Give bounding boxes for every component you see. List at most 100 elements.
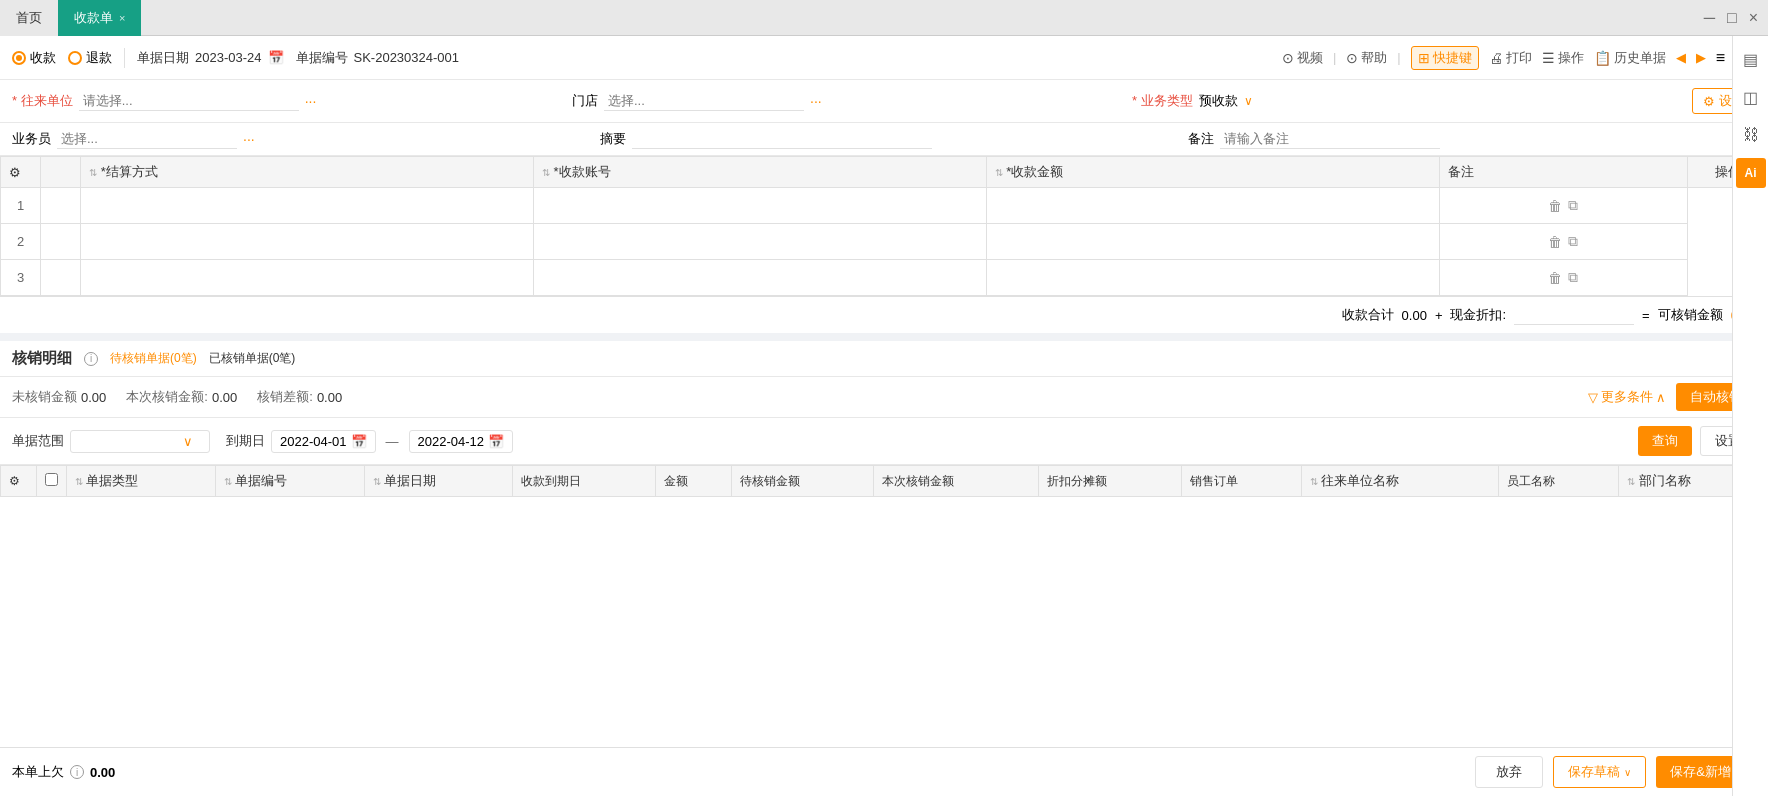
remark-field: 备注 (1188, 129, 1756, 149)
minimize-icon[interactable]: ─ (1704, 9, 1715, 27)
sidebar-icon-4[interactable]: Ai (1736, 158, 1766, 188)
due-date-from-calendar[interactable]: 📅 (351, 434, 367, 449)
business-type-label: * 业务类型 (1132, 92, 1193, 110)
amount-cell-1[interactable] (533, 188, 986, 224)
tab-bar: 首页 收款单 × ─ □ × (0, 0, 1768, 36)
radio-receipt[interactable]: 收款 (12, 49, 56, 67)
business-type-chevron[interactable]: ∨ (1244, 94, 1253, 108)
copy-icon-1[interactable]: ⧉ (1568, 197, 1578, 214)
th-counterparty-label: 往来单位名称 (1321, 473, 1399, 488)
amount-cell-2[interactable] (533, 224, 986, 260)
date-calendar-icon[interactable]: 📅 (268, 50, 284, 65)
delete-icon-2[interactable]: 🗑 (1548, 234, 1562, 250)
remark-cell-3[interactable] (986, 260, 1439, 296)
toolbar-divider1 (124, 48, 125, 68)
diff-stat: 核销差额: 0.00 (257, 388, 342, 406)
due-date-to-field[interactable]: 2022-04-12 📅 (409, 430, 514, 453)
shortcut-btn[interactable]: ⊞ 快捷键 (1411, 46, 1479, 70)
previous-label: 本单上欠 (12, 763, 64, 781)
layout-icon[interactable]: ≡ (1716, 49, 1725, 67)
date-range-separator: — (386, 434, 399, 449)
shortcut-btn-label: 快捷键 (1433, 49, 1472, 67)
help-btn[interactable]: ⊙ 帮助 (1346, 49, 1387, 67)
tab-current[interactable]: 收款单 × (58, 0, 141, 36)
remark-cell-2[interactable] (986, 224, 1439, 260)
summary-input[interactable] (632, 129, 932, 149)
radio-refund[interactable]: 退款 (68, 49, 112, 67)
save-draft-button[interactable]: 保存草稿 ∨ (1553, 756, 1646, 788)
delete-icon-3[interactable]: 🗑 (1548, 270, 1562, 286)
tab-close-icon[interactable]: × (119, 12, 125, 24)
select-all-checkbox[interactable] (45, 473, 58, 486)
discount-label: 现金折扣: (1450, 306, 1506, 324)
discount-input[interactable] (1514, 305, 1634, 325)
verify-done-tab[interactable]: 已核销单据(0笔) (209, 350, 296, 367)
current-label: 本次核销金额: (126, 388, 208, 406)
action-cell-2: 🗑 ⧉ (1439, 224, 1687, 260)
next-btn[interactable]: ▶ (1696, 50, 1706, 65)
video-btn[interactable]: ⊙ 视频 (1282, 49, 1323, 67)
operation-btn[interactable]: ☰ 操作 (1542, 49, 1584, 67)
prev-btn[interactable]: ◀ (1676, 50, 1686, 65)
footer-left: 本单上欠 i 0.00 (12, 763, 115, 781)
verify-title: 核销明细 (12, 349, 72, 368)
discard-button[interactable]: 放弃 (1475, 756, 1543, 788)
due-date-from-field[interactable]: 2022-04-01 📅 (271, 430, 376, 453)
range-select[interactable]: ∨ (70, 430, 210, 453)
table-row: 3 🗑 ⧉ (1, 260, 1768, 296)
tab-home[interactable]: 首页 (0, 0, 58, 36)
th-gear[interactable]: ⚙ (1, 157, 41, 188)
store-input[interactable] (604, 91, 804, 111)
verify-info-icon[interactable]: i (84, 352, 98, 366)
th-gear-bottom[interactable]: ⚙ (1, 466, 37, 497)
counterparty-more-icon[interactable]: ··· (305, 93, 317, 109)
th-account-label: *收款账号 (553, 164, 610, 179)
settlement-cell-3[interactable] (41, 260, 81, 296)
remark-cell-1[interactable] (986, 188, 1439, 224)
close-icon[interactable]: × (1749, 9, 1758, 27)
radio-refund-label: 退款 (86, 49, 112, 67)
th-current: 本次核销金额 (874, 466, 1039, 497)
th-bill-type: ⇅ 单据类型 (67, 466, 216, 497)
discard-btn-label: 放弃 (1496, 764, 1522, 779)
remark-label: 备注 (1188, 130, 1214, 148)
due-date-to-calendar[interactable]: 📅 (488, 434, 504, 449)
type-radio-group: 收款 退款 (12, 49, 112, 67)
salesman-input[interactable] (57, 129, 237, 149)
counterparty-input[interactable] (79, 91, 299, 111)
previous-info-icon[interactable]: i (70, 765, 84, 779)
store-more-icon[interactable]: ··· (810, 93, 822, 109)
th-checkbox (37, 466, 67, 497)
verify-pending-tab[interactable]: 待核销单据(0笔) (110, 350, 197, 367)
copy-icon-2[interactable]: ⧉ (1568, 233, 1578, 250)
plus-sign: + (1435, 308, 1443, 323)
equals-sign: = (1642, 308, 1650, 323)
unverified-stat: 未核销金额 0.00 (12, 388, 106, 406)
right-sidebar: ▤ ◫ ⛓ Ai (1732, 36, 1768, 796)
print-btn[interactable]: 🖨 打印 (1489, 49, 1532, 67)
current-value: 0.00 (212, 390, 237, 405)
delete-icon-1[interactable]: 🗑 (1548, 198, 1562, 214)
due-date-to-value: 2022-04-12 (418, 434, 485, 449)
sidebar-icon-1[interactable]: ▤ (1736, 44, 1766, 74)
amount-cell-3[interactable] (533, 260, 986, 296)
remark-input[interactable] (1220, 129, 1440, 149)
more-conditions-btn[interactable]: ▽ 更多条件 ∧ (1588, 388, 1666, 406)
sidebar-icon-2[interactable]: ◫ (1736, 82, 1766, 112)
account-cell-3[interactable] (81, 260, 534, 296)
row-num-3: 3 (1, 260, 41, 296)
th-employee: 员工名称 (1498, 466, 1618, 497)
maximize-icon[interactable]: □ (1727, 9, 1737, 27)
sidebar-icon-3[interactable]: ⛓ (1736, 120, 1766, 150)
account-cell-2[interactable] (81, 224, 534, 260)
account-cell-1[interactable] (81, 188, 534, 224)
settlement-cell-1[interactable] (41, 188, 81, 224)
history-btn[interactable]: 📋 历史单据 (1594, 49, 1666, 67)
more-conditions-label: 更多条件 (1601, 388, 1653, 406)
toolbar-divider3: | (1397, 50, 1400, 65)
copy-icon-3[interactable]: ⧉ (1568, 269, 1578, 286)
date-value[interactable]: 2023-03-24 (195, 50, 262, 65)
salesman-more-icon[interactable]: ··· (243, 131, 255, 147)
settlement-cell-2[interactable] (41, 224, 81, 260)
query-btn[interactable]: 查询 (1638, 426, 1692, 456)
